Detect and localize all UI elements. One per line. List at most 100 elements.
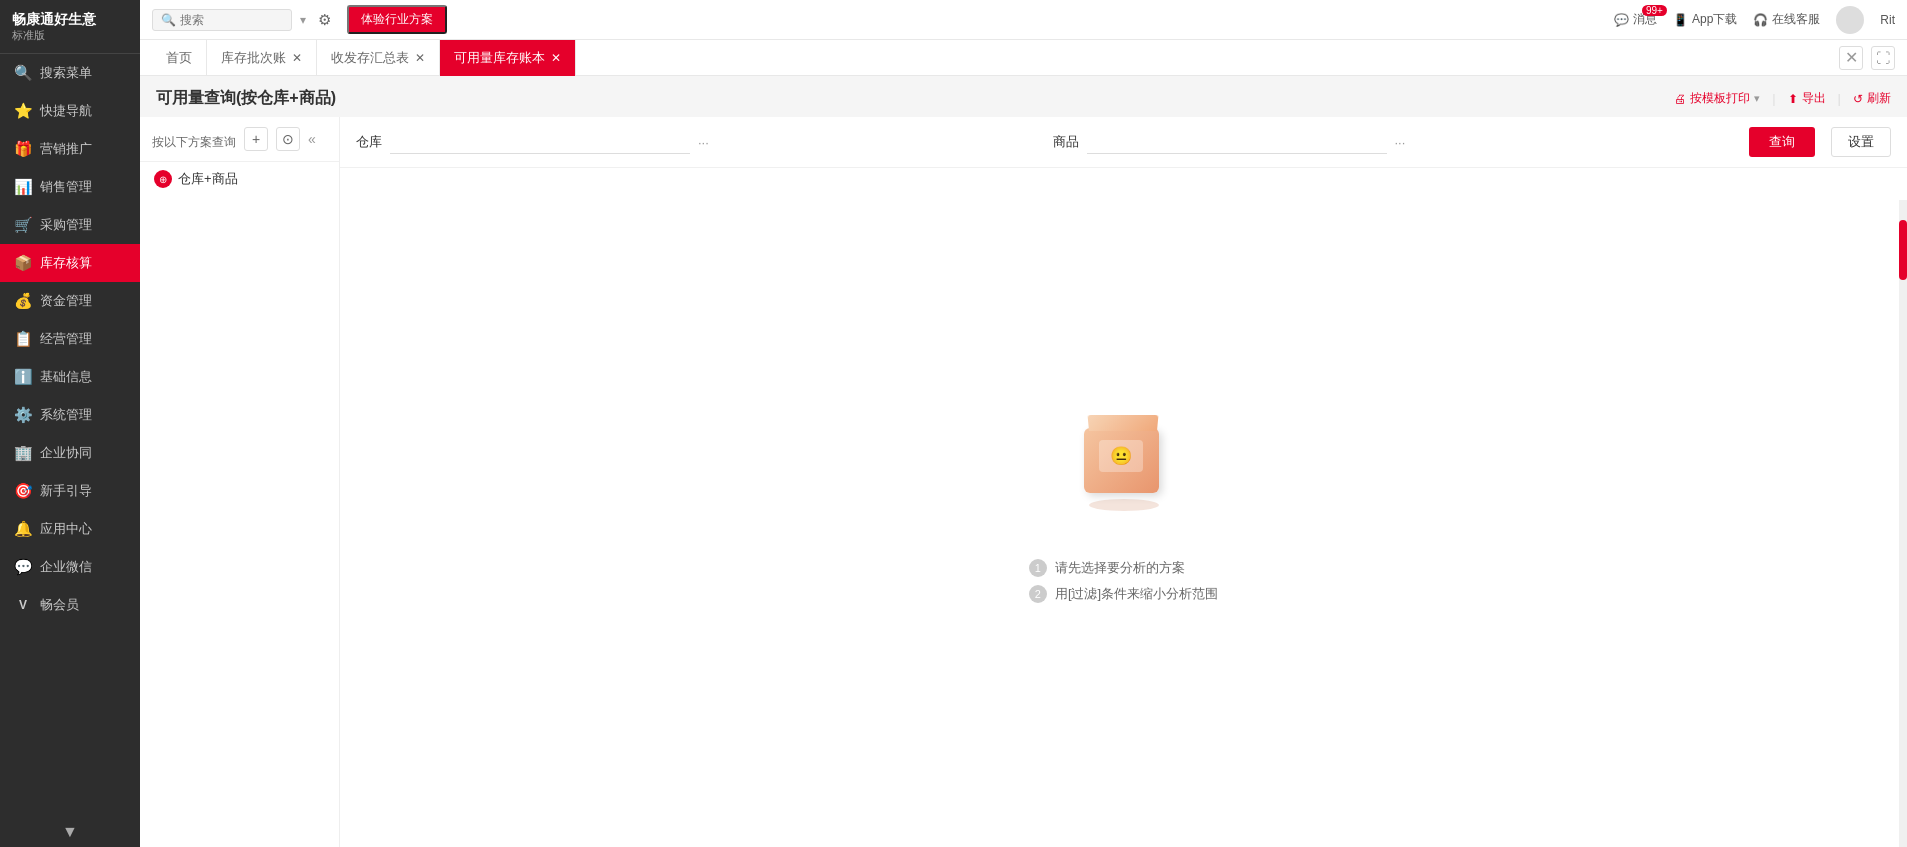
tab-batch-account-close[interactable]: ✕ <box>292 51 302 65</box>
sidebar-item-wechat[interactable]: 💬 企业微信 <box>0 548 140 586</box>
tip-1-text: 请先选择要分析的方案 <box>1055 559 1185 577</box>
tab-receipt-summary[interactable]: 收发存汇总表 ✕ <box>317 40 440 76</box>
sidebar-item-marketing[interactable]: 🎁 营销推广 <box>0 130 140 168</box>
add-icon: + <box>252 131 260 147</box>
logo-title: 畅康通好生意 <box>12 10 128 28</box>
online-service-btn[interactable]: 🎧 在线客服 <box>1753 11 1820 28</box>
query-fields-row: 仓库 ··· 商品 ··· 查询 设置 <box>340 117 1907 168</box>
sidebar-logo: 畅康通好生意 标准版 <box>0 0 140 54</box>
tabs-expand-btn[interactable]: ⛶ <box>1871 46 1895 70</box>
empty-tip-1: 1 请先选择要分析的方案 <box>1029 559 1218 577</box>
tab-available-account-close[interactable]: ✕ <box>551 51 561 65</box>
export-label: 导出 <box>1802 90 1826 107</box>
service-label: 在线客服 <box>1772 11 1820 28</box>
tabs-close-all-btn[interactable]: ✕ <box>1839 46 1863 70</box>
sidebar-item-label: 搜索菜单 <box>40 64 92 82</box>
tabs-bar: 首页 库存批次账 ✕ 收发存汇总表 ✕ 可用量库存账本 ✕ ✕ ⛶ <box>140 40 1907 76</box>
topbar-gear-icon[interactable]: ⚙ <box>314 7 335 33</box>
filter-add-btn[interactable]: + <box>244 127 268 151</box>
print-chevron-icon: ▾ <box>1754 92 1760 105</box>
message-btn[interactable]: 💬 消息 99+ <box>1614 11 1657 28</box>
sidebar-item-sales[interactable]: 📊 销售管理 <box>0 168 140 206</box>
system-icon: ⚙️ <box>14 406 32 424</box>
tab-available-account[interactable]: 可用量库存账本 ✕ <box>440 40 576 76</box>
warehouse-input[interactable] <box>390 130 690 154</box>
empty-tip-2: 2 用[过滤]条件来缩小分析范围 <box>1029 585 1218 603</box>
sidebar-item-basic[interactable]: ℹ️ 基础信息 <box>0 358 140 396</box>
avatar[interactable] <box>1836 6 1864 34</box>
print-btn[interactable]: 🖨 按模板打印 ▾ <box>1674 90 1760 107</box>
refresh-icon: ↺ <box>1853 92 1863 106</box>
trial-industry-btn[interactable]: 体验行业方案 <box>347 5 447 34</box>
tip-1-num: 1 <box>1029 559 1047 577</box>
operations-icon: 📋 <box>14 330 32 348</box>
sidebar-item-purchase[interactable]: 🛒 采购管理 <box>0 206 140 244</box>
tab-receipt-summary-close[interactable]: ✕ <box>415 51 425 65</box>
logo-subtitle: 标准版 <box>12 28 128 43</box>
marketing-icon: 🎁 <box>14 140 32 158</box>
filter-collapse-btn[interactable]: « <box>308 131 316 147</box>
sidebar-item-enterprise[interactable]: 🏢 企业协同 <box>0 434 140 472</box>
page-header: 可用量查询(按仓库+商品) 🖨 按模板打印 ▾ | ⬆ 导出 | ↺ 刷新 <box>140 76 1907 117</box>
query-button[interactable]: 查询 <box>1749 127 1815 157</box>
sidebar-item-app-center[interactable]: 🔔 应用中心 <box>0 510 140 548</box>
separator1: | <box>1772 91 1775 106</box>
page-content: 可用量查询(按仓库+商品) 🖨 按模板打印 ▾ | ⬆ 导出 | ↺ 刷新 <box>140 76 1907 847</box>
product-input[interactable] <box>1087 130 1387 154</box>
sidebar-item-label: 应用中心 <box>40 520 92 538</box>
sidebar-item-finance[interactable]: 💰 资金管理 <box>0 282 140 320</box>
scrollbar-thumb <box>1899 220 1907 280</box>
right-scrollbar[interactable] <box>1899 200 1907 847</box>
product-label: 商品 <box>1053 133 1079 151</box>
export-btn[interactable]: ⬆ 导出 <box>1788 90 1826 107</box>
topbar-right-area: 💬 消息 99+ 📱 App下载 🎧 在线客服 Rit <box>1614 6 1895 34</box>
topbar-dropdown-icon[interactable]: ▾ <box>300 13 306 27</box>
box-face: 😐 <box>1099 440 1143 472</box>
sidebar-item-member[interactable]: V 畅会员 <box>0 586 140 624</box>
sidebar-item-label: 企业协同 <box>40 444 92 462</box>
sidebar-item-inventory[interactable]: 📦 库存核算 <box>0 244 140 282</box>
scheme-item-warehouse-product[interactable]: ⊕ 仓库+商品 <box>140 162 339 196</box>
print-label: 按模板打印 <box>1690 90 1750 107</box>
enterprise-icon: 🏢 <box>14 444 32 462</box>
message-icon: 💬 <box>1614 13 1629 27</box>
empty-illustration: 😐 <box>1054 413 1194 543</box>
app-label: App下载 <box>1692 11 1737 28</box>
sidebar-scroll-down[interactable]: ▼ <box>0 817 140 847</box>
product-field-group: 商品 ··· <box>1053 130 1734 154</box>
filter-settings-btn[interactable]: ⊙ <box>276 127 300 151</box>
scheme-item-icon: ⊕ <box>154 170 172 188</box>
topbar-search-box[interactable]: 🔍 <box>152 9 292 31</box>
tab-batch-account[interactable]: 库存批次账 ✕ <box>207 40 317 76</box>
robot-box: 😐 <box>1079 413 1169 503</box>
username-label[interactable]: Rit <box>1880 13 1895 27</box>
sidebar-item-operations[interactable]: 📋 经营管理 <box>0 320 140 358</box>
message-badge: 99+ <box>1642 5 1667 16</box>
sidebar-item-system[interactable]: ⚙️ 系统管理 <box>0 396 140 434</box>
page-title: 可用量查询(按仓库+商品) <box>156 88 336 109</box>
tab-home[interactable]: 首页 <box>152 40 207 76</box>
headset-icon: 🎧 <box>1753 13 1768 27</box>
wechat-icon: 💬 <box>14 558 32 576</box>
sidebar-item-label: 库存核算 <box>40 254 92 272</box>
main-area: 🔍 ▾ ⚙ 体验行业方案 💬 消息 99+ 📱 App下载 🎧 在线客服 Rit <box>140 0 1907 847</box>
tab-batch-account-label: 库存批次账 <box>221 49 286 67</box>
newbie-icon: 🎯 <box>14 482 32 500</box>
separator2: | <box>1838 91 1841 106</box>
settings-button[interactable]: 设置 <box>1831 127 1891 157</box>
sidebar-item-newbie[interactable]: 🎯 新手引导 <box>0 472 140 510</box>
app-download-btn[interactable]: 📱 App下载 <box>1673 11 1737 28</box>
sidebar-item-quick-nav[interactable]: ⭐ 快捷导航 <box>0 92 140 130</box>
sidebar-item-label: 采购管理 <box>40 216 92 234</box>
sidebar: 畅康通好生意 标准版 🔍 搜索菜单 ⭐ 快捷导航 🎁 营销推广 📊 销售管理 🛒… <box>0 0 140 847</box>
warehouse-more-icon[interactable]: ··· <box>698 135 709 150</box>
tabs-right-actions: ✕ ⛶ <box>1839 46 1895 70</box>
warehouse-field-group: 仓库 ··· <box>356 130 1037 154</box>
sidebar-item-search[interactable]: 🔍 搜索菜单 <box>0 54 140 92</box>
refresh-btn[interactable]: ↺ 刷新 <box>1853 90 1891 107</box>
sidebar-item-label: 经营管理 <box>40 330 92 348</box>
search-input[interactable] <box>180 13 270 27</box>
tab-home-label: 首页 <box>166 49 192 67</box>
print-icon: 🖨 <box>1674 92 1686 106</box>
product-more-icon[interactable]: ··· <box>1395 135 1406 150</box>
